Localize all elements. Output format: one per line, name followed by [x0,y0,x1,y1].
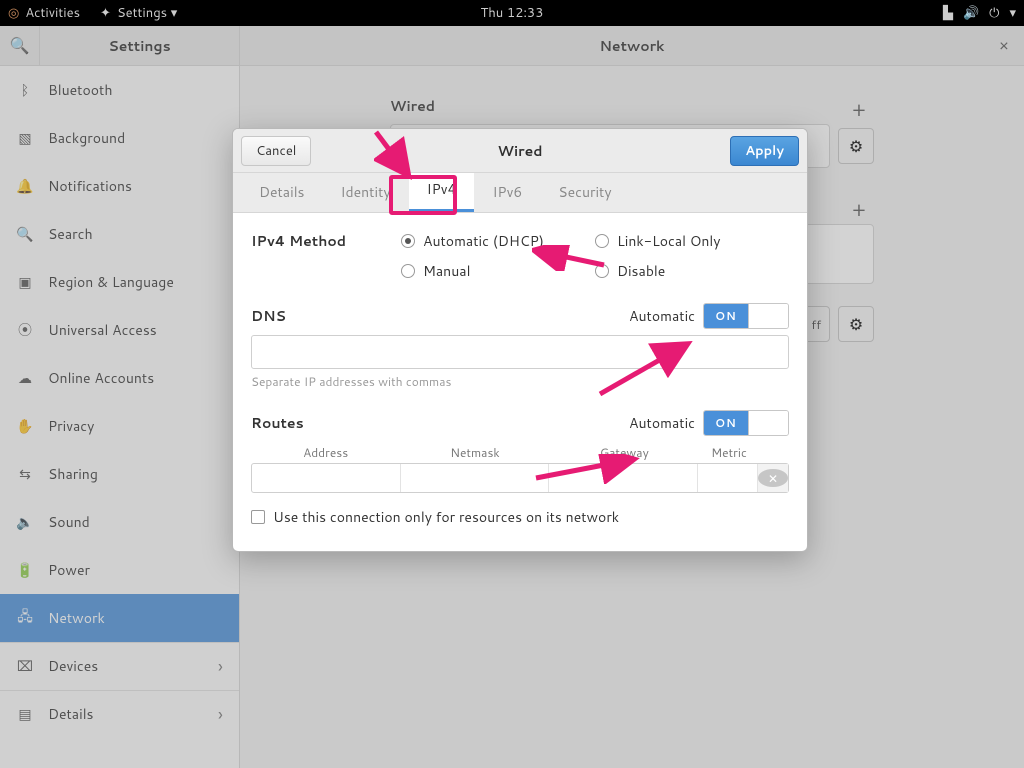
radio-link-local[interactable]: Link-Local Only [595,231,789,251]
tab-ipv6[interactable]: IPv6 [474,172,540,212]
route-netmask-input[interactable] [401,464,550,492]
routes-automatic-label: Automatic [629,413,695,433]
chevron-down-icon: ▾ [1009,4,1016,22]
routes-columns: Address Netmask Gateway Metric [251,442,789,463]
routes-row: ✕ [251,463,789,493]
app-menu[interactable]: Settings ▾ [117,4,177,22]
wired-dialog: Cancel Wired Apply Details Identity IPv4… [232,128,808,552]
dialog-body: IPv4 Method Automatic (DHCP) Link-Local … [233,213,807,551]
app-icon: ◎ [8,4,19,22]
route-address-input[interactable] [252,464,401,492]
network-status-icon[interactable]: ▙ [943,4,953,22]
volume-icon[interactable]: 🔊 [963,4,979,22]
col-netmask: Netmask [400,442,549,463]
dialog-tabs: Details Identity IPv4 IPv6 Security [233,173,807,213]
activities-button[interactable]: Activities [25,4,80,22]
tab-ipv4[interactable]: IPv4 [409,169,475,212]
cancel-button[interactable]: Cancel [241,136,311,166]
switch-on-label: ON [704,304,748,328]
dns-title: DNS [251,306,286,326]
resources-only-row[interactable]: Use this connection only for resources o… [251,507,789,527]
top-bar: ◎ Activities ✦ Settings ▾ Thu 12:33 ▙ 🔊 … [0,0,1024,26]
dialog-header: Cancel Wired Apply [233,129,807,173]
apply-button[interactable]: Apply [730,136,799,166]
radio-manual[interactable]: Manual [401,261,595,281]
switch-on-label: ON [704,411,748,435]
resources-only-label: Use this connection only for resources o… [273,507,619,527]
route-metric-input[interactable] [698,464,758,492]
dns-hint: Separate IP addresses with commas [251,373,789,390]
routes-automatic-switch[interactable]: ON [703,410,789,436]
tab-security[interactable]: Security [540,172,629,212]
col-metric: Metric [699,442,759,463]
tab-identity[interactable]: Identity [323,172,409,212]
col-address: Address [251,442,400,463]
route-remove-button[interactable]: ✕ [758,464,788,492]
dialog-title: Wired [498,141,543,161]
resources-only-checkbox[interactable] [251,510,265,524]
route-gateway-input[interactable] [549,464,698,492]
dns-automatic-switch[interactable]: ON [703,303,789,329]
dns-input[interactable] [251,335,789,369]
routes-title: Routes [251,413,304,433]
radio-disable[interactable]: Disable [595,261,789,281]
tab-details[interactable]: Details [241,172,323,212]
remove-icon: ✕ [758,469,788,487]
clock[interactable]: Thu 12:33 [481,4,544,22]
col-gateway: Gateway [550,442,699,463]
dns-section: DNS Automatic ON Separate IP addresses w… [251,303,789,390]
wrench-icon: ✦ [100,4,111,22]
ipv4-method-label: IPv4 Method [251,231,401,281]
routes-section: Routes Automatic ON Address Netmask Gate… [251,410,789,527]
power-menu-icon[interactable]: ⏻ [989,4,999,22]
ipv4-method-row: IPv4 Method Automatic (DHCP) Link-Local … [251,231,789,281]
dns-automatic-label: Automatic [629,306,695,326]
radio-automatic-dhcp[interactable]: Automatic (DHCP) [401,231,595,251]
